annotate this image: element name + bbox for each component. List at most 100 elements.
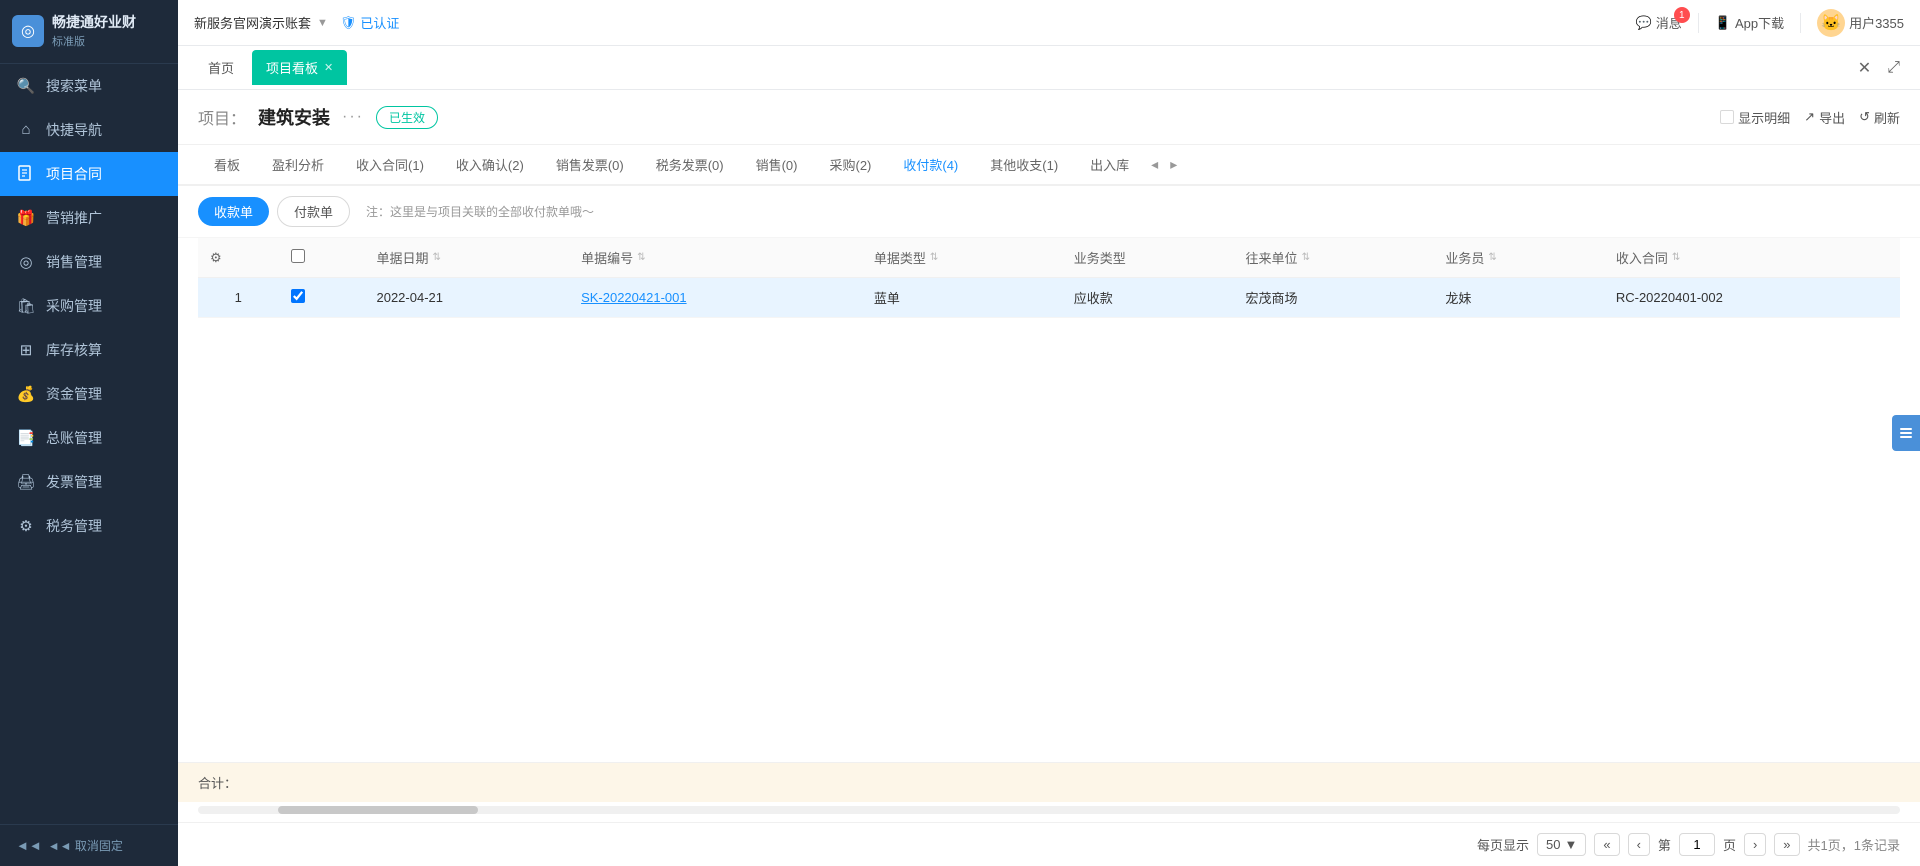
- th-type[interactable]: 单据类型 ⇅: [862, 238, 1062, 278]
- sidebar: ◎ 畅捷通好业财 标准版 🔍 搜索菜单 ⌂ 快捷导航 项目合同: [0, 0, 178, 866]
- inventory-icon: ⊞: [16, 340, 36, 360]
- sidebar-item-label: 发票管理: [46, 472, 102, 492]
- sidebar-item-label: 采购管理: [46, 296, 102, 316]
- sidebar-item-finance[interactable]: 💰 资金管理: [0, 372, 178, 416]
- export-button[interactable]: ↗ 导出: [1804, 108, 1845, 127]
- sidebar-item-label: 税务管理: [46, 516, 102, 536]
- sidebar-item-label: 营销推广: [46, 208, 102, 228]
- sidebar-item-invoice[interactable]: 🖨 发票管理: [0, 460, 178, 504]
- side-panel-button[interactable]: [1892, 415, 1920, 451]
- tab-home-label: 首页: [208, 58, 234, 77]
- gear-icon[interactable]: ⚙: [210, 250, 222, 265]
- th-number[interactable]: 单据编号 ⇅: [569, 238, 862, 278]
- tab-board[interactable]: 项目看板 ✕: [252, 50, 347, 85]
- sidebar-unpin-button[interactable]: ◄◄ ◄◄ 取消固定: [0, 824, 178, 866]
- subtab-tax-invoice[interactable]: 税务发票(0): [640, 145, 740, 186]
- project-header-actions: 显示明细 ↗ 导出 ↺ 刷新: [1720, 108, 1900, 127]
- prev-page-button[interactable]: ‹: [1628, 833, 1650, 856]
- scrollbar-thumb[interactable]: [278, 806, 478, 814]
- row-biz-type: 应收款: [1062, 278, 1234, 318]
- subtab-prev-button[interactable]: ◂: [1145, 148, 1164, 181]
- project-more-button[interactable]: ···: [342, 108, 364, 126]
- row-checkbox[interactable]: [291, 289, 305, 303]
- subtab-other-expense[interactable]: 其他收支(1): [974, 145, 1074, 186]
- per-page-label: 每页显示: [1477, 835, 1529, 854]
- subtab-next-button[interactable]: ▸: [1164, 148, 1183, 181]
- sales-icon: ◎: [16, 252, 36, 272]
- th-income-contract-label: 收入合同: [1616, 248, 1668, 267]
- th-date[interactable]: 单据日期 ⇅: [364, 238, 569, 278]
- tab-board-label: 项目看板: [266, 58, 318, 77]
- per-page-value: 50: [1546, 837, 1560, 852]
- user-menu[interactable]: 🐱 用户3355: [1817, 9, 1904, 37]
- th-type-label: 单据类型: [874, 248, 926, 267]
- show-detail-label: 显示明细: [1738, 108, 1790, 127]
- receipt-filter-button[interactable]: 收款单: [198, 197, 269, 226]
- pagination: 每页显示 50 ▼ « ‹ 第 页 › » 共1页，1条记录: [178, 822, 1920, 866]
- messages-button[interactable]: 💬 消息 1: [1636, 13, 1682, 32]
- app-logo-icon: ◎: [12, 15, 44, 47]
- table-header-row: ⚙ 单据日期 ⇅: [198, 238, 1900, 278]
- th-partner[interactable]: 往来单位 ⇅: [1234, 238, 1434, 278]
- sidebar-item-tax[interactable]: ⚙ 税务管理: [0, 504, 178, 548]
- sort-icon: ⇅: [433, 252, 441, 263]
- sidebar-item-ledger[interactable]: 📑 总账管理: [0, 416, 178, 460]
- th-biz-type-label: 业务类型: [1074, 251, 1126, 266]
- main-content: 新服务官网演示账套 ▼ 🛡 已认证 💬 消息 1 📱 App下载 🐱 用户335…: [178, 0, 1920, 866]
- subfilter-note: 注：这里是与项目关联的全部收付款单哦～: [366, 203, 594, 220]
- sidebar-item-purchase[interactable]: 🛍 采购管理: [0, 284, 178, 328]
- per-page-select[interactable]: 50 ▼: [1537, 833, 1586, 856]
- subtab-profit[interactable]: 盈利分析: [256, 145, 340, 186]
- sidebar-item-label: 搜索菜单: [46, 76, 102, 96]
- per-page-dropdown-icon: ▼: [1564, 837, 1577, 852]
- next-page-button[interactable]: ›: [1744, 833, 1766, 856]
- finance-icon: 💰: [16, 384, 36, 404]
- tab-home[interactable]: 首页: [194, 50, 248, 85]
- subtab-stock[interactable]: 出入库: [1074, 145, 1145, 186]
- sidebar-item-inventory[interactable]: ⊞ 库存核算: [0, 328, 178, 372]
- project-prefix: 项目：: [198, 105, 246, 129]
- row-income-contract: RC-20220401-002: [1604, 278, 1900, 318]
- tab-close-window-button[interactable]: ✕: [1854, 54, 1875, 82]
- subtab-income-contract[interactable]: 收入合同(1): [340, 145, 440, 186]
- tab-close-icon[interactable]: ✕: [324, 61, 333, 74]
- sidebar-item-marketing[interactable]: 🎁 营销推广: [0, 196, 178, 240]
- topbar-project[interactable]: 新服务官网演示账套 ▼: [194, 13, 328, 32]
- app-logo-text: 畅捷通好业财: [52, 14, 136, 31]
- subtab-sales[interactable]: 销售(0): [740, 145, 814, 186]
- subtab-sales-invoice[interactable]: 销售发票(0): [540, 145, 640, 186]
- row-number-cell[interactable]: SK-20220421-001: [569, 278, 862, 318]
- last-page-button[interactable]: »: [1774, 833, 1799, 856]
- sidebar-item-sales[interactable]: ◎ 销售管理: [0, 240, 178, 284]
- subtab-income-confirm[interactable]: 收入确认(2): [440, 145, 540, 186]
- row-doc-link[interactable]: SK-20220421-001: [581, 290, 687, 305]
- topbar-certified: 🛡 已认证: [340, 13, 400, 32]
- th-gear[interactable]: ⚙: [198, 238, 279, 278]
- horizontal-scrollbar[interactable]: [198, 806, 1900, 814]
- payment-filter-button[interactable]: 付款单: [277, 196, 350, 227]
- sidebar-item-quicknav[interactable]: ⌂ 快捷导航: [0, 108, 178, 152]
- page-input[interactable]: [1679, 833, 1715, 856]
- sidebar-item-contract[interactable]: 项目合同: [0, 152, 178, 196]
- th-salesperson[interactable]: 业务员 ⇅: [1433, 238, 1603, 278]
- th-salesperson-label: 业务员: [1445, 248, 1484, 267]
- tab-maximize-button[interactable]: ⤢: [1883, 54, 1904, 82]
- select-all-checkbox[interactable]: [291, 249, 305, 263]
- show-detail-toggle[interactable]: 显示明细: [1720, 108, 1790, 127]
- subtab-purchase[interactable]: 采购(2): [813, 145, 887, 186]
- subtab-receipt[interactable]: 收付款(4): [887, 145, 974, 186]
- refresh-button[interactable]: ↺ 刷新: [1859, 108, 1900, 127]
- sidebar-item-search[interactable]: 🔍 搜索菜单: [0, 64, 178, 108]
- th-number-label: 单据编号: [581, 248, 633, 267]
- project-header: 项目： 建筑安装 ··· 已生效 显示明细 ↗ 导出 ↺ 刷新: [178, 90, 1920, 145]
- first-page-button[interactable]: «: [1594, 833, 1619, 856]
- table-row[interactable]: 1 2022-04-21 SK-20220421-001 蓝单 应收款 宏茂商场: [198, 278, 1900, 318]
- sidebar-item-label: 库存核算: [46, 340, 102, 360]
- refresh-label: 刷新: [1874, 108, 1900, 127]
- th-income-contract[interactable]: 收入合同 ⇅: [1604, 238, 1900, 278]
- app-download-button[interactable]: 📱 App下载: [1715, 13, 1784, 32]
- subtab-board[interactable]: 看板: [198, 145, 256, 186]
- tabbar-controls: ✕ ⤢: [1854, 54, 1904, 82]
- show-detail-checkbox[interactable]: [1720, 110, 1734, 124]
- total-label: 合计：: [198, 773, 237, 792]
